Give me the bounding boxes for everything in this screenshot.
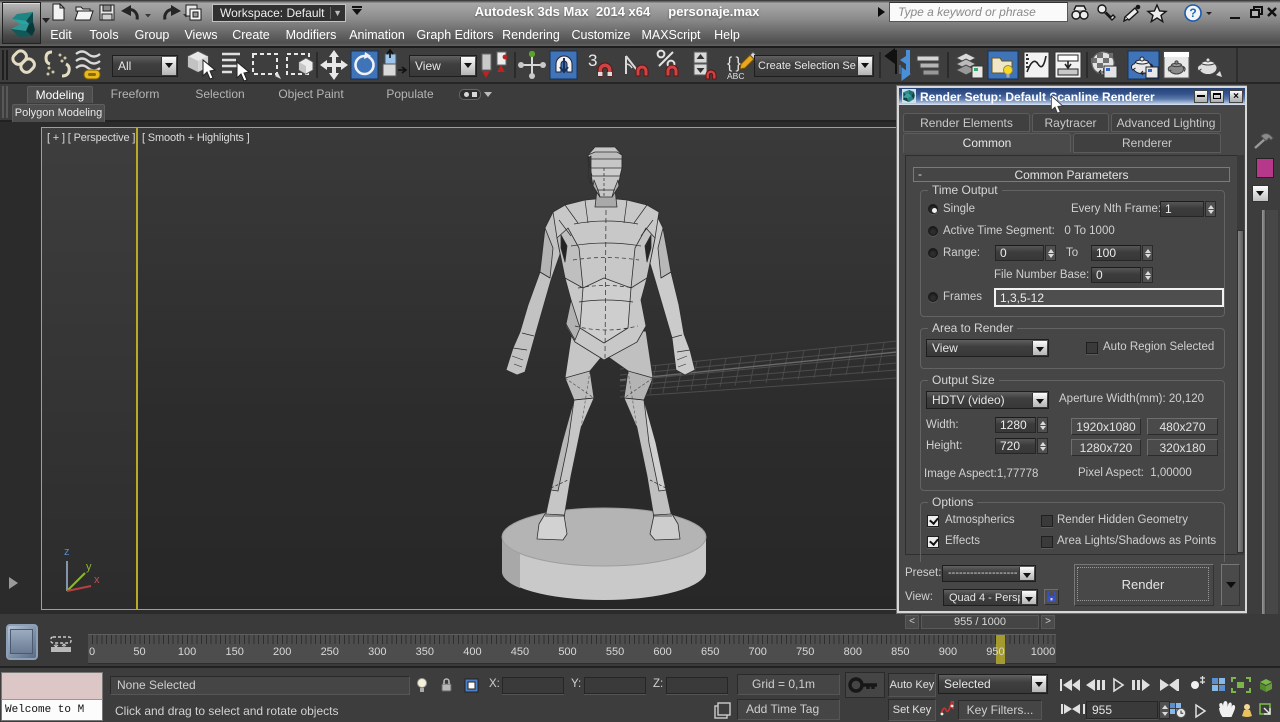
svg-text:x: x xyxy=(94,574,100,586)
svg-text:ABC: ABC xyxy=(727,71,744,81)
svg-text:y: y xyxy=(86,561,92,573)
svg-text:z: z xyxy=(64,546,70,558)
svg-text:{ }: { } xyxy=(727,55,742,72)
svg-text:?: ? xyxy=(1189,6,1196,20)
svg-text:3: 3 xyxy=(588,51,597,70)
